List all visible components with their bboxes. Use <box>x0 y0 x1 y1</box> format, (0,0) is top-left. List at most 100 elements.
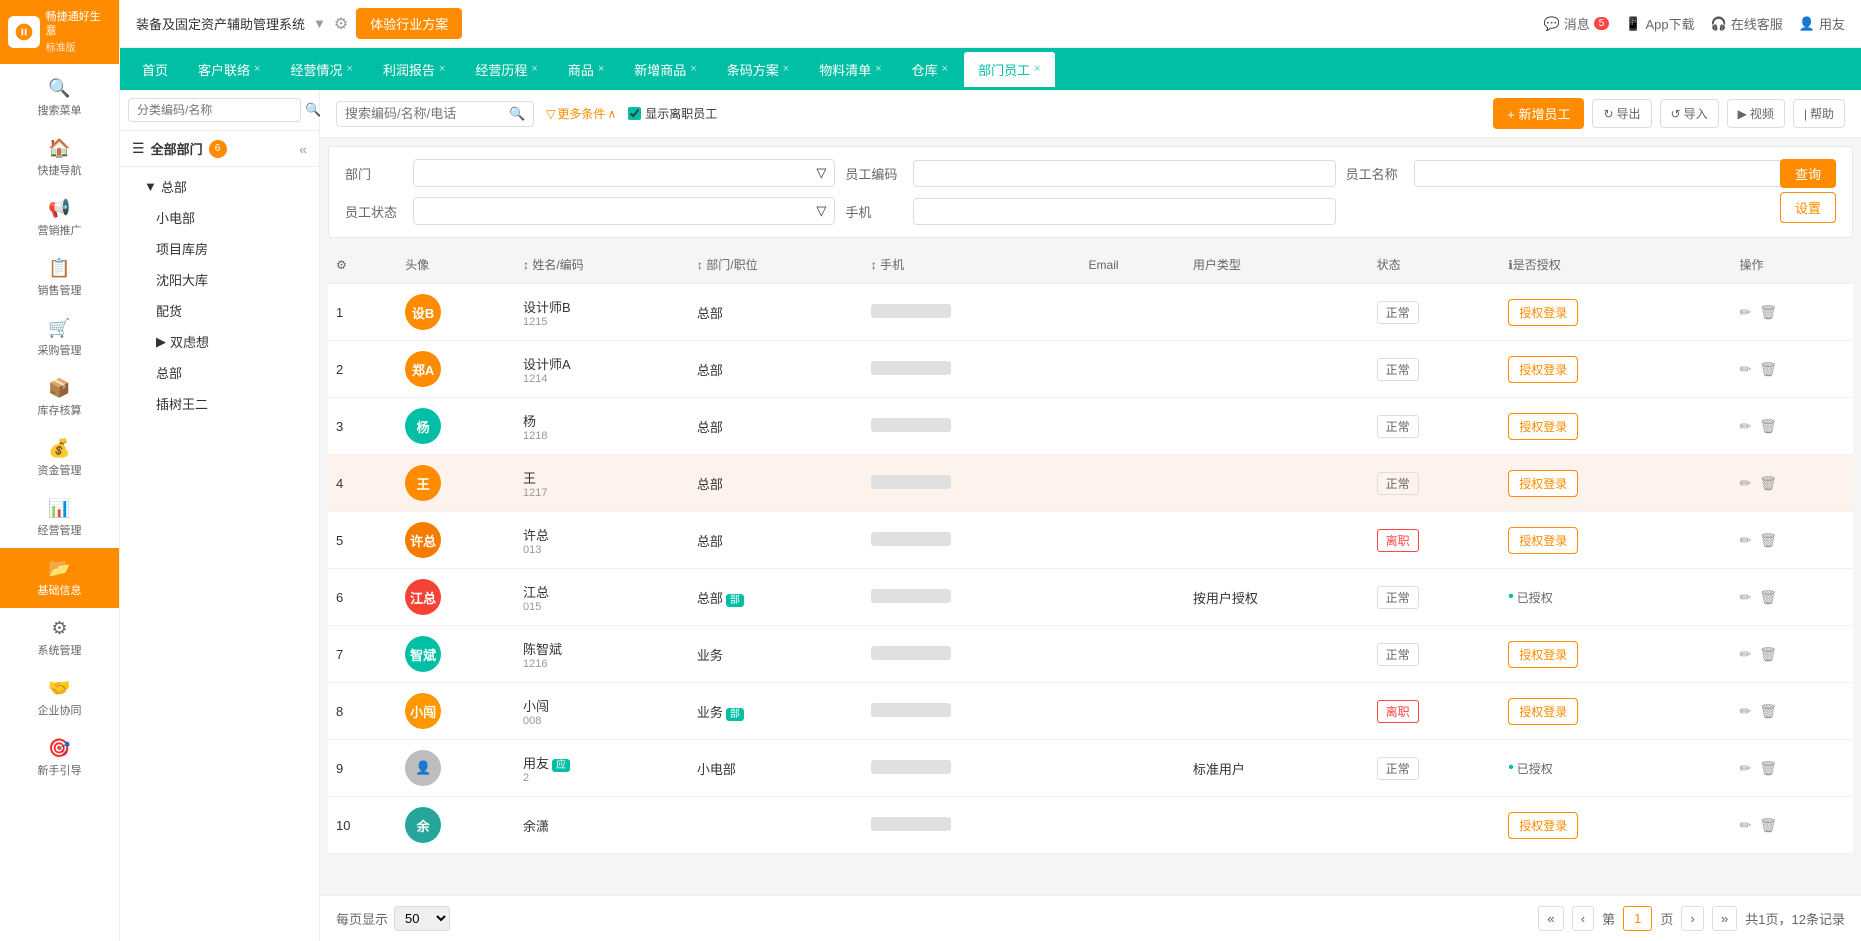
auth-btn[interactable]: 授权登录 <box>1508 812 1578 839</box>
tab-barcode[interactable]: 条码方案 × <box>713 52 803 87</box>
close-dept-icon[interactable]: × <box>1034 63 1040 75</box>
auth-btn[interactable]: 授权登录 <box>1508 698 1578 725</box>
filter-search-icon[interactable]: 🔍 <box>509 106 525 122</box>
message-item[interactable]: 💬 消息 5 <box>1544 14 1610 33</box>
dept-search-icon[interactable]: 🔍 <box>305 102 321 118</box>
settings-icon[interactable]: ⚙ <box>334 14 348 34</box>
delete-btn[interactable]: 🗑 <box>1759 646 1777 663</box>
dept-search-input[interactable] <box>128 98 301 122</box>
sidebar-item-guide[interactable]: 🎯 新手引导 <box>0 728 119 788</box>
add-employee-btn[interactable]: + 新增员工 <box>1493 98 1584 129</box>
import-btn[interactable]: ↺ 导入 <box>1660 99 1719 128</box>
title-dropdown[interactable]: ▼ <box>313 16 326 31</box>
auth-btn[interactable]: 授权登录 <box>1508 413 1578 440</box>
edit-btn[interactable]: ✏ <box>1740 361 1752 378</box>
edit-btn[interactable]: ✏ <box>1740 646 1752 663</box>
edit-btn[interactable]: ✏ <box>1740 304 1752 321</box>
edit-btn[interactable]: ✏ <box>1740 418 1752 435</box>
view-btn[interactable]: ▶ 视频 <box>1727 99 1785 128</box>
filter-more-btn[interactable]: ▽ 更多条件 ∧ <box>546 105 616 122</box>
first-page-btn[interactable]: « <box>1538 906 1563 931</box>
tab-customer[interactable]: 客户联络 × <box>184 52 274 87</box>
close-barcode-icon[interactable]: × <box>783 63 789 75</box>
sidebar-item-marketing[interactable]: 📢 营销推广 <box>0 188 119 248</box>
dept-node-shenyang[interactable]: 沈阳大库 <box>120 264 319 295</box>
emp-code-input[interactable] <box>913 160 1335 187</box>
close-customer-icon[interactable]: × <box>254 63 260 75</box>
sidebar-item-nav[interactable]: 🏠 快捷导航 <box>0 128 119 188</box>
sidebar-item-sales[interactable]: 📋 销售管理 <box>0 248 119 308</box>
sidebar-item-basic[interactable]: 📂 基础信息 <box>0 548 119 608</box>
tab-operation-status[interactable]: 经营情况 × <box>276 52 366 87</box>
export-btn[interactable]: ↻ 导出 <box>1592 99 1651 128</box>
emp-status-input[interactable]: ▽ <box>413 197 835 225</box>
emp-name-input[interactable] <box>1414 160 1836 187</box>
delete-btn[interactable]: 🗑 <box>1759 475 1777 492</box>
auth-btn[interactable]: 授权登录 <box>1508 527 1578 554</box>
emp-name-field[interactable] <box>1423 166 1827 181</box>
close-bom-icon[interactable]: × <box>875 63 881 75</box>
sidebar-item-inventory[interactable]: 📦 库存核算 <box>0 368 119 428</box>
dept-node-delivery[interactable]: 配货 <box>120 295 319 326</box>
help-btn[interactable]: | 帮助 <box>1793 99 1845 128</box>
delete-btn[interactable]: 🗑 <box>1759 418 1777 435</box>
tab-home[interactable]: 首页 <box>128 52 182 87</box>
close-history-icon[interactable]: × <box>531 63 537 75</box>
col-name[interactable]: ↕ 姓名/编码 <box>515 246 689 284</box>
next-page-btn[interactable]: › <box>1681 906 1703 931</box>
sidebar-item-search[interactable]: 🔍 搜索菜单 <box>0 68 119 128</box>
query-btn[interactable]: 查询 <box>1780 159 1836 188</box>
delete-btn[interactable]: 🗑 <box>1759 703 1777 720</box>
experience-btn[interactable]: 体验行业方案 <box>356 8 462 39</box>
delete-btn[interactable]: 🗑 <box>1759 532 1777 549</box>
col-phone[interactable]: ↕ 手机 <box>863 246 1081 284</box>
edit-btn[interactable]: ✏ <box>1740 760 1752 777</box>
edit-btn[interactable]: ✏ <box>1740 817 1752 834</box>
col-settings[interactable]: ⚙ <box>328 246 397 284</box>
delete-btn[interactable]: 🗑 <box>1759 304 1777 321</box>
tab-bom[interactable]: 物料清单 × <box>805 52 895 87</box>
delete-btn[interactable]: 🗑 <box>1759 817 1777 834</box>
dept-node-small-elec[interactable]: 小电部 <box>120 202 319 233</box>
phone-field[interactable] <box>922 204 1326 219</box>
delete-btn[interactable]: 🗑 <box>1759 361 1777 378</box>
dept-node-root[interactable]: ▼ 总部 <box>120 171 319 202</box>
tab-history[interactable]: 经营历程 × <box>461 52 551 87</box>
dept-node-insert[interactable]: 插树王二 <box>120 388 319 419</box>
close-warehouse-icon[interactable]: × <box>942 63 948 75</box>
close-opstat-icon[interactable]: × <box>346 63 352 75</box>
sidebar-item-finance[interactable]: 💰 资金管理 <box>0 428 119 488</box>
sidebar-item-operation[interactable]: 📊 经营管理 <box>0 488 119 548</box>
sidebar-item-purchase[interactable]: 🛒 采购管理 <box>0 308 119 368</box>
edit-btn[interactable]: ✏ <box>1740 589 1752 606</box>
online-service-item[interactable]: 🎧 在线客服 <box>1711 14 1783 33</box>
app-download-item[interactable]: 📱 App下载 <box>1625 14 1694 33</box>
delete-btn[interactable]: 🗑 <box>1759 760 1777 777</box>
close-profit-icon[interactable]: × <box>439 63 445 75</box>
edit-btn[interactable]: ✏ <box>1740 475 1752 492</box>
user-item[interactable]: 👤 用友 <box>1799 14 1845 33</box>
edit-btn[interactable]: ✏ <box>1740 532 1752 549</box>
tab-goods[interactable]: 商品 × <box>554 52 618 87</box>
dept-filter-input[interactable]: ▽ <box>413 159 835 187</box>
phone-input[interactable] <box>913 198 1335 225</box>
tab-profit[interactable]: 利润报告 × <box>369 52 459 87</box>
dept-node-shuanglv[interactable]: ▶ 双虑想 <box>120 326 319 357</box>
prev-page-btn[interactable]: ‹ <box>1572 906 1594 931</box>
close-goods-icon[interactable]: × <box>598 63 604 75</box>
auth-btn[interactable]: 授权登录 <box>1508 356 1578 383</box>
dept-node-project[interactable]: 项目库房 <box>120 233 319 264</box>
sidebar-item-system[interactable]: ⚙ 系统管理 <box>0 608 119 668</box>
dept-collapse-btn[interactable]: « <box>299 141 307 157</box>
auth-btn[interactable]: 授权登录 <box>1508 641 1578 668</box>
auth-btn[interactable]: 授权登录 <box>1508 299 1578 326</box>
emp-code-field[interactable] <box>922 166 1326 181</box>
edit-btn[interactable]: ✏ <box>1740 703 1752 720</box>
col-dept[interactable]: ↕ 部门/职位 <box>689 246 863 284</box>
tab-warehouse[interactable]: 仓库 × <box>898 52 962 87</box>
per-page-select[interactable]: 50 100 200 <box>394 906 450 931</box>
reset-btn[interactable]: 设置 <box>1780 192 1836 223</box>
sidebar-item-collab[interactable]: 🤝 企业协同 <box>0 668 119 728</box>
delete-btn[interactable]: 🗑 <box>1759 589 1777 606</box>
tab-add-goods[interactable]: 新增商品 × <box>620 52 710 87</box>
